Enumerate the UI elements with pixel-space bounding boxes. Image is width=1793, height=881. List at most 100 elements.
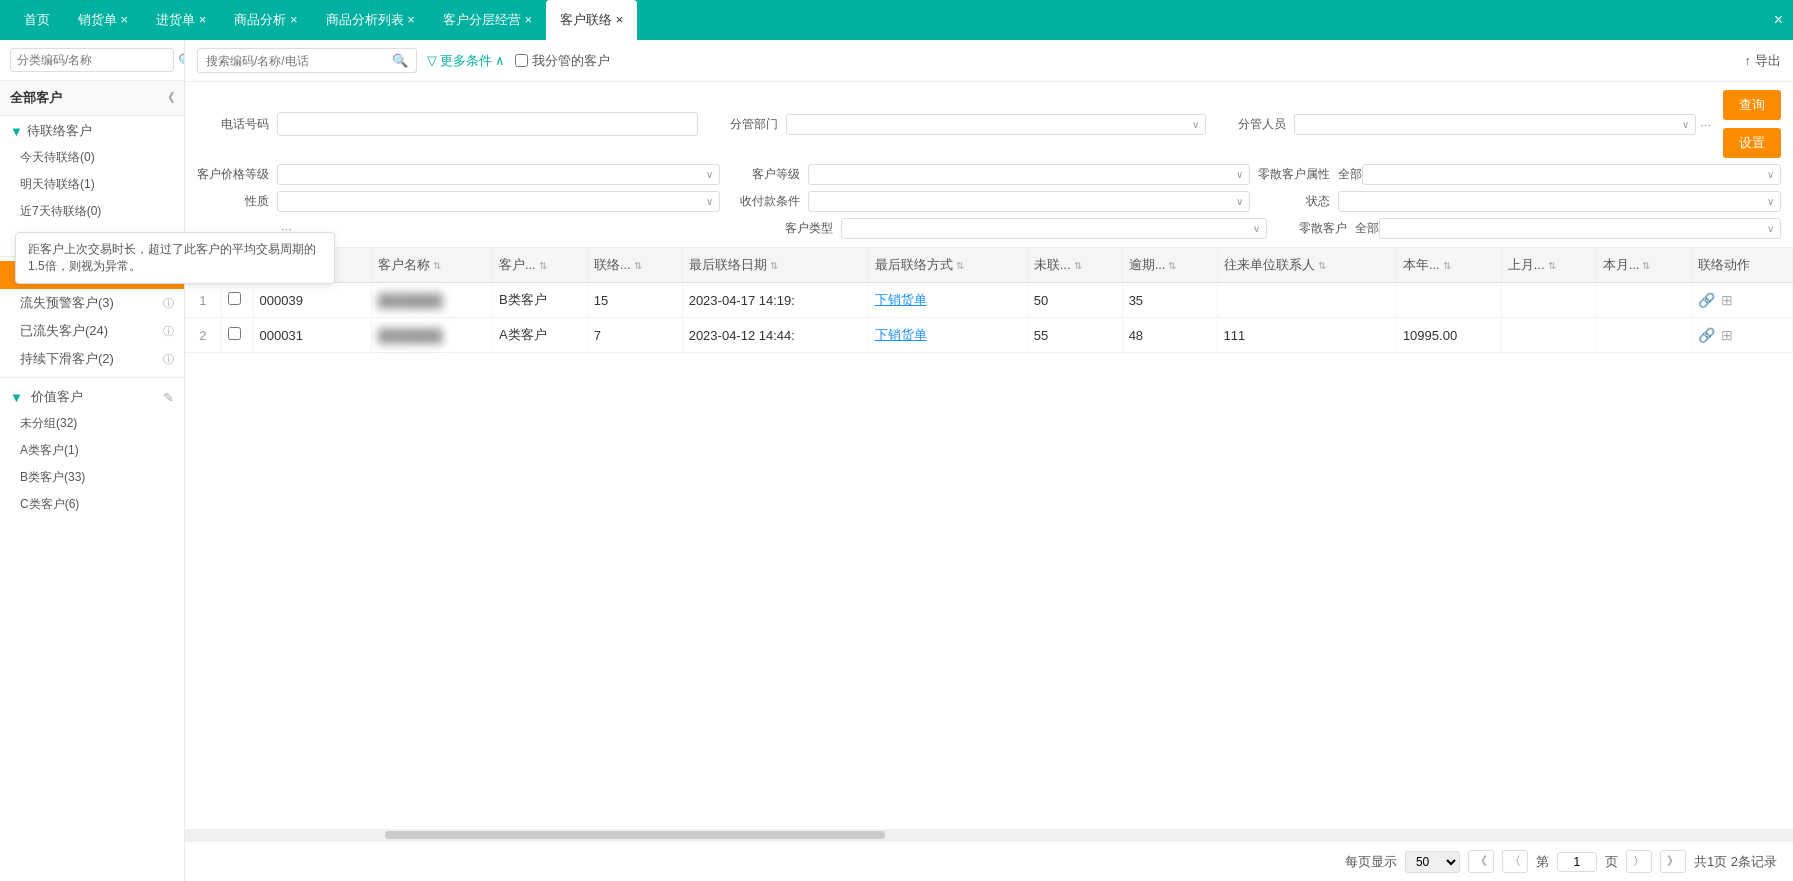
my-customers-checkbox[interactable]: 我分管的客户 <box>515 52 610 70</box>
nav-item-analysis[interactable]: 商品分析 × <box>220 0 311 40</box>
manager-dots[interactable]: ··· <box>1696 117 1715 132</box>
th-action: 联络动作 <box>1691 248 1792 283</box>
link-icon-2[interactable]: 🔗 <box>1698 327 1715 343</box>
row-1-checkbox[interactable] <box>228 292 241 305</box>
th-uncontacted: 未联... ⇅ <box>1027 248 1122 283</box>
sidebar-item-tomorrow[interactable]: 明天待联络(1) <box>0 171 184 198</box>
last-page-button[interactable]: 》 <box>1660 850 1686 873</box>
retail-customer-field: 零散客户 全部 ∨ <box>1275 218 1781 239</box>
sidebar-item-churn-warning[interactable]: 流失预警客户(3) ⓘ <box>0 289 184 317</box>
retail-customer-select[interactable]: ∨ <box>1379 218 1781 239</box>
sidebar-item-a-class[interactable]: A类客户(1) <box>0 437 184 464</box>
sort-this-year-icon[interactable]: ⇅ <box>1443 260 1451 271</box>
my-customers-check[interactable] <box>515 54 528 67</box>
price-level-arrow-icon: ∨ <box>706 169 713 180</box>
nav-item-sales[interactable]: 销货单 × <box>64 0 142 40</box>
customer-level-select[interactable]: ∨ <box>808 164 1251 185</box>
sort-contact-person-icon[interactable]: ⇅ <box>1318 260 1326 271</box>
manager-arrow-icon: ∨ <box>1682 119 1689 130</box>
sort-last-month-icon[interactable]: ⇅ <box>1548 260 1556 271</box>
settings-button[interactable]: 设置 <box>1723 128 1781 158</box>
payment-select[interactable]: ∨ <box>808 191 1251 212</box>
sidebar-item-7days[interactable]: 近7天待联络(0) <box>0 198 184 225</box>
sidebar-search-icon[interactable]: 🔍 <box>178 53 185 68</box>
nav-item-analysis-list[interactable]: 商品分析列表 × <box>312 0 429 40</box>
sort-uncontacted-icon[interactable]: ⇅ <box>1074 260 1082 271</box>
customer-level-field: 客户等级 ∨ <box>728 164 1251 185</box>
nav-item-home[interactable]: 首页 <box>10 0 64 40</box>
table-header-row: ⚙ 客户编码 ⇅ 客户名称 <box>185 248 1793 283</box>
row-level-1: B类客户 <box>492 283 587 318</box>
sidebar-item-declining[interactable]: 持续下滑客户(2) ⓘ <box>0 345 184 373</box>
horizontal-scrollbar[interactable] <box>185 829 1793 841</box>
top-nav: 首页 销货单 × 进货单 × 商品分析 × 商品分析列表 × 客户分层经营 × … <box>0 0 1793 40</box>
page-number-input[interactable] <box>1557 852 1597 872</box>
dept-arrow-icon: ∨ <box>1192 119 1199 130</box>
info-icon-2: ⓘ <box>163 324 174 339</box>
value-edit-icon[interactable]: ✎ <box>163 390 174 405</box>
query-button[interactable]: 查询 <box>1723 90 1781 120</box>
sort-this-month-icon[interactable]: ⇅ <box>1642 260 1650 271</box>
th-this-month: 本月... ⇅ <box>1596 248 1691 283</box>
search-input[interactable] <box>206 54 392 68</box>
th-contact-person: 往来单位联系人 ⇅ <box>1217 248 1396 283</box>
next-page-button[interactable]: 〉 <box>1626 850 1652 873</box>
row-level-2: A类客户 <box>492 318 587 353</box>
more-filters-label: 更多条件 <box>440 52 492 70</box>
sidebar-item-today[interactable]: 今天待联络(0) <box>0 144 184 171</box>
all-customers-header[interactable]: 全部客户 《 <box>0 81 184 116</box>
pending-contact-group[interactable]: ▼ 待联络客户 <box>0 116 184 144</box>
prev-page-button[interactable]: 〈 <box>1502 850 1528 873</box>
sidebar-item-b-class[interactable]: B类客户(33) <box>0 464 184 491</box>
scrollbar-thumb[interactable] <box>385 831 885 839</box>
more-filters-button[interactable]: ▽ 更多条件 ∧ <box>427 52 505 70</box>
close-window-button[interactable]: × <box>1774 11 1783 29</box>
sort-contact-count-icon[interactable]: ⇅ <box>634 260 642 271</box>
sort-last-method-icon[interactable]: ⇅ <box>956 260 964 271</box>
row-contact-count-1: 15 <box>587 283 682 318</box>
sort-level-icon[interactable]: ⇅ <box>539 260 547 271</box>
grid-icon-2[interactable]: ⊞ <box>1721 327 1733 343</box>
first-page-button[interactable]: 《 <box>1468 850 1494 873</box>
price-level-select[interactable]: ∨ <box>277 164 720 185</box>
manager-field: 分管人员 ∨ ··· <box>1214 114 1715 135</box>
nav-item-customer-contact[interactable]: 客户联络 × <box>546 0 637 40</box>
sidebar-item-churned[interactable]: 已流失客户(24) ⓘ <box>0 317 184 345</box>
pagination-bar: 每页显示 50 20 100 《 〈 第 页 〉 》 共1页 2条记录 <box>185 841 1793 881</box>
search-icon[interactable]: 🔍 <box>392 53 408 68</box>
nav-item-customer-tier[interactable]: 客户分层经营 × <box>429 0 546 40</box>
sidebar-item-ungrouped[interactable]: 未分组(32) <box>0 410 184 437</box>
all-customers-label: 全部客户 <box>10 89 62 107</box>
payment-arrow-icon: ∨ <box>1236 196 1243 207</box>
row-2-checkbox[interactable] <box>228 327 241 340</box>
row-2-method-link[interactable]: 下销货单 <box>875 327 927 342</box>
data-table-area: ⚙ 客户编码 ⇅ 客户名称 <box>185 248 1793 829</box>
row-1-method-link[interactable]: 下销货单 <box>875 292 927 307</box>
sidebar-item-c-class[interactable]: C类客户(6) <box>0 491 184 518</box>
status-select[interactable]: ∨ <box>1338 191 1781 212</box>
sort-name-icon[interactable]: ⇅ <box>433 260 441 271</box>
grid-icon-1[interactable]: ⊞ <box>1721 292 1733 308</box>
sort-overdue-icon[interactable]: ⇅ <box>1168 260 1176 271</box>
info-icon-1: ⓘ <box>163 296 174 311</box>
customer-type-select[interactable]: ∨ <box>841 218 1267 239</box>
export-button[interactable]: ↑ 导出 <box>1745 52 1782 70</box>
dept-select[interactable]: ∨ <box>786 114 1207 135</box>
status-label: 状态 <box>1258 193 1338 210</box>
nature-select[interactable]: ∨ <box>277 191 720 212</box>
customer-type-label: 客户类型 <box>761 220 841 237</box>
declining-label: 持续下滑客户(2) <box>20 350 114 368</box>
retail-attr-select[interactable]: ∨ <box>1362 164 1781 185</box>
phone-input[interactable] <box>277 112 698 136</box>
manager-select[interactable]: ∨ <box>1294 114 1696 135</box>
collapse-icon: 《 <box>162 90 174 107</box>
th-name-label: 客户名称 <box>378 256 430 274</box>
sidebar-search-input[interactable] <box>10 48 174 72</box>
link-icon-1[interactable]: 🔗 <box>1698 292 1715 308</box>
per-page-select[interactable]: 50 20 100 <box>1405 851 1460 873</box>
value-customer-group[interactable]: ▼ 价值客户 ✎ <box>0 382 184 410</box>
row-last-date-1: 2023-04-17 14:19: <box>682 283 868 318</box>
th-level: 客户... ⇅ <box>492 248 587 283</box>
sort-last-date-icon[interactable]: ⇅ <box>770 260 778 271</box>
nav-item-purchase[interactable]: 进货单 × <box>142 0 220 40</box>
